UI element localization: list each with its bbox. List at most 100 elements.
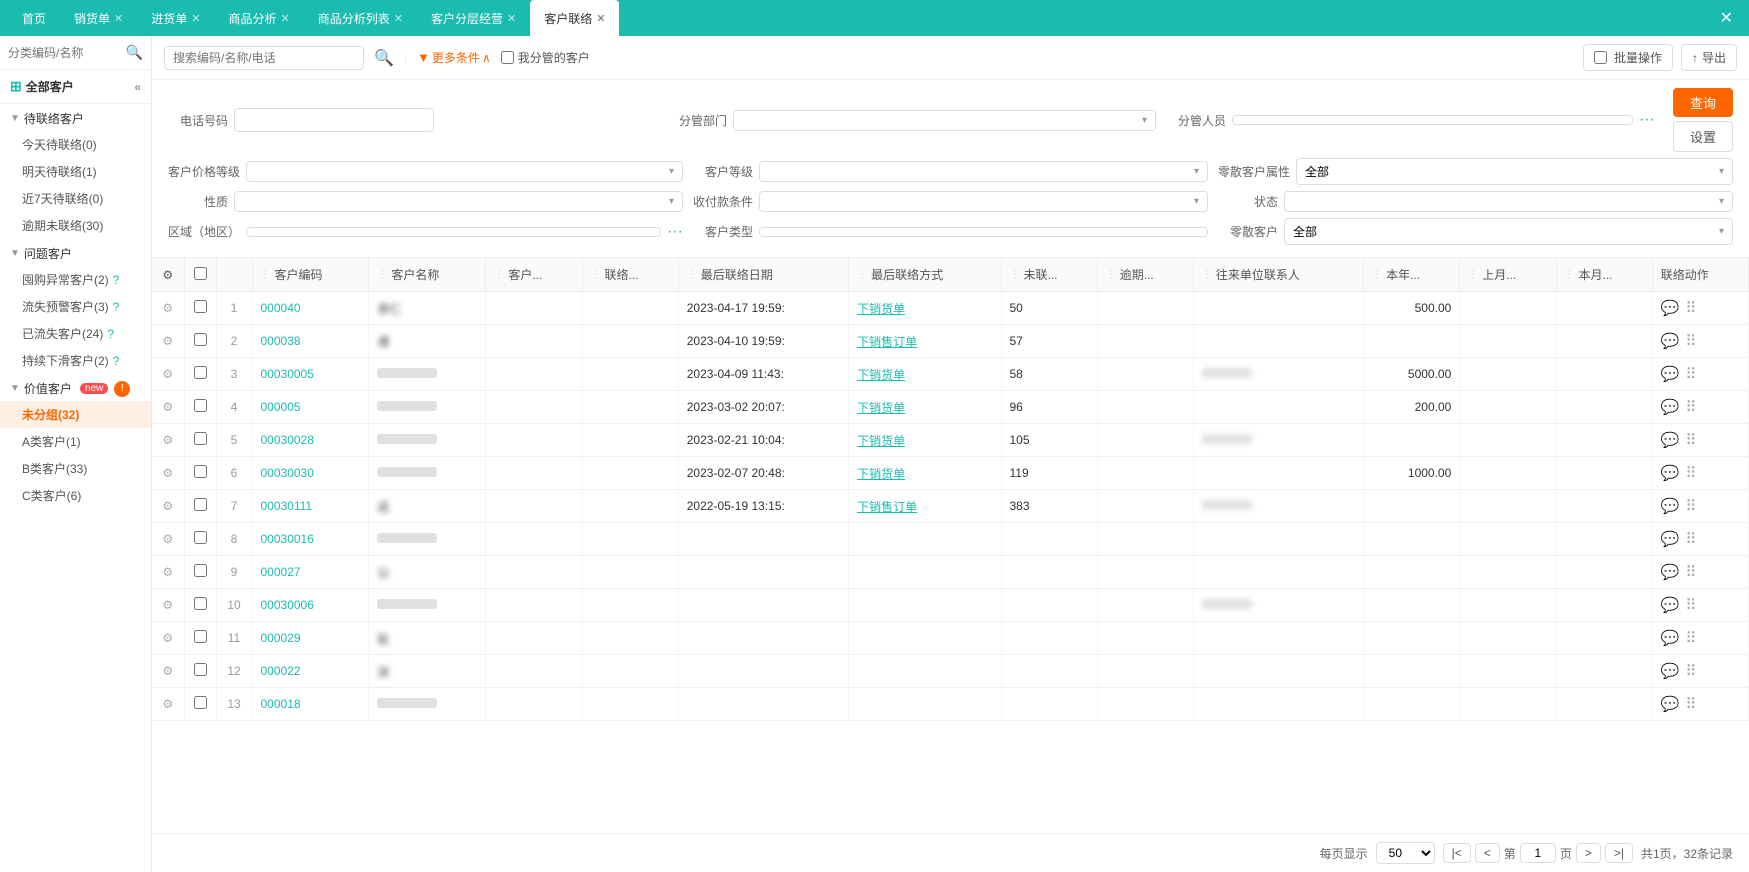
customer-level-select[interactable]: ▾ <box>759 161 1208 182</box>
sidebar-item-declining[interactable]: 持续下滑客户(2) ? <box>0 347 151 374</box>
row-checkbox[interactable] <box>184 391 216 424</box>
row-select-checkbox[interactable] <box>194 399 207 412</box>
row-last-contact-method[interactable] <box>849 523 1001 556</box>
retail-attr-select[interactable]: 全部 ▾ <box>1296 158 1733 185</box>
row-code[interactable]: 00030005 <box>252 358 369 391</box>
row-code[interactable]: 00030028 <box>252 424 369 457</box>
my-customers-check[interactable] <box>501 51 514 64</box>
more-action-icon[interactable]: ⠿ <box>1685 497 1696 515</box>
retail-customer-select[interactable]: 全部 ▾ <box>1284 218 1733 245</box>
row-checkbox[interactable] <box>184 292 216 325</box>
row-last-contact-method[interactable]: 下销售订单 <box>849 490 1001 523</box>
batch-ops-button[interactable]: 批量操作 <box>1583 44 1673 71</box>
row-settings[interactable]: ⚙ <box>152 490 184 523</box>
close-icon[interactable]: ✕ <box>596 12 605 25</box>
sidebar-item-class-a[interactable]: A类客户(1) <box>0 428 151 455</box>
dept-select[interactable]: ▾ <box>733 110 1156 131</box>
row-last-contact-method[interactable] <box>849 655 1001 688</box>
sidebar-item-churn-warning[interactable]: 流失预警客户(3) ? <box>0 293 151 320</box>
row-select-checkbox[interactable] <box>194 696 207 709</box>
query-button[interactable]: 查询 <box>1673 88 1733 117</box>
last-contact-method-col-header[interactable]: ⋮ 最后联络方式 <box>849 258 1001 292</box>
type-col-header[interactable]: ⋮ 客户... <box>486 258 582 292</box>
row-settings[interactable]: ⚙ <box>152 655 184 688</box>
more-action-icon[interactable]: ⠿ <box>1685 398 1696 416</box>
overdue-col-header[interactable]: ⋮ 逾期... <box>1097 258 1193 292</box>
row-code[interactable]: 00030016 <box>252 523 369 556</box>
row-checkbox[interactable] <box>184 424 216 457</box>
row-checkbox[interactable] <box>184 655 216 688</box>
row-last-contact-method[interactable]: 下销货单 <box>849 424 1001 457</box>
customer-type-select[interactable] <box>759 227 1208 237</box>
search-button[interactable]: 🔍 <box>374 48 394 68</box>
this-year-col-header[interactable]: ⋮ 本年... <box>1364 258 1460 292</box>
staff-select[interactable] <box>1232 115 1633 125</box>
search-input[interactable] <box>164 46 364 70</box>
row-checkbox[interactable] <box>184 358 216 391</box>
message-icon[interactable]: 💬 <box>1661 596 1680 614</box>
last-month-col-header[interactable]: ⋮ 上月... <box>1460 258 1556 292</box>
message-icon[interactable]: 💬 <box>1661 695 1680 713</box>
sidebar-search-input[interactable] <box>8 46 122 60</box>
window-close-button[interactable]: ✕ <box>1712 8 1741 28</box>
unit-contacts-col-header[interactable]: ⋮ 往来单位联系人 <box>1193 258 1363 292</box>
row-last-contact-method[interactable] <box>849 622 1001 655</box>
my-customers-checkbox[interactable]: 我分管的客户 <box>501 49 590 66</box>
sidebar-section-pending[interactable]: ▼ 待联络客户 <box>0 104 151 131</box>
nav-tab-home[interactable]: 首页 <box>8 0 60 36</box>
prev-page-button[interactable]: < <box>1475 843 1500 863</box>
message-icon[interactable]: 💬 <box>1661 398 1680 416</box>
message-icon[interactable]: 💬 <box>1661 365 1680 383</box>
row-code[interactable]: 000005 <box>252 391 369 424</box>
sidebar-item-today[interactable]: 今天待联络(0) <box>0 131 151 158</box>
nav-tab-sales[interactable]: 销货单 ✕ <box>60 0 137 36</box>
row-code[interactable]: 00030006 <box>252 589 369 622</box>
first-page-button[interactable]: |< <box>1443 843 1471 863</box>
page-number-input[interactable] <box>1520 843 1556 863</box>
row-code[interactable]: 000040 <box>252 292 369 325</box>
more-action-icon[interactable]: ⠿ <box>1685 299 1696 317</box>
row-last-contact-method[interactable]: 下销货单 <box>849 391 1001 424</box>
close-icon[interactable]: ✕ <box>191 12 200 25</box>
nav-tab-customer-contact[interactable]: 客户联络 ✕ <box>530 0 619 36</box>
more-action-icon[interactable]: ⠿ <box>1685 596 1696 614</box>
last-page-button[interactable]: >| <box>1605 843 1633 863</box>
more-action-icon[interactable]: ⠿ <box>1685 365 1696 383</box>
row-code[interactable]: 00030111 <box>252 490 369 523</box>
row-code[interactable]: 000022 <box>252 655 369 688</box>
select-all-checkbox[interactable] <box>194 267 207 280</box>
message-icon[interactable]: 💬 <box>1661 629 1680 647</box>
sidebar-item-tomorrow[interactable]: 明天待联络(1) <box>0 158 151 185</box>
row-select-checkbox[interactable] <box>194 465 207 478</box>
sidebar-item-7days[interactable]: 近7天待联络(0) <box>0 185 151 212</box>
row-settings[interactable]: ⚙ <box>152 523 184 556</box>
message-icon[interactable]: 💬 <box>1661 563 1680 581</box>
row-checkbox[interactable] <box>184 523 216 556</box>
export-button[interactable]: ↑ 导出 <box>1681 44 1737 71</box>
page-size-select[interactable]: 50 100 200 <box>1376 842 1435 864</box>
row-last-contact-method[interactable] <box>849 589 1001 622</box>
row-select-checkbox[interactable] <box>194 498 207 511</box>
row-last-contact-method[interactable]: 下销售订单 <box>849 325 1001 358</box>
row-code[interactable]: 000018 <box>252 688 369 721</box>
nav-tab-product-list[interactable]: 商品分析列表 ✕ <box>304 0 417 36</box>
row-last-contact-method[interactable] <box>849 556 1001 589</box>
phone-input[interactable] <box>234 108 434 132</box>
nav-tab-purchase[interactable]: 进货单 ✕ <box>137 0 214 36</box>
row-settings[interactable]: ⚙ <box>152 325 184 358</box>
ellipsis-button[interactable]: ··· <box>1639 111 1655 129</box>
message-icon[interactable]: 💬 <box>1661 332 1680 350</box>
row-last-contact-method[interactable]: 下销货单 <box>849 358 1001 391</box>
close-icon[interactable]: ✕ <box>281 12 290 25</box>
contact-col-header[interactable]: ⋮ 联络... <box>582 258 678 292</box>
last-contact-date-col-header[interactable]: ⋮ 最后联络日期 <box>678 258 848 292</box>
nature-select[interactable]: ▾ <box>234 191 683 212</box>
row-settings[interactable]: ⚙ <box>152 391 184 424</box>
row-select-checkbox[interactable] <box>194 432 207 445</box>
row-select-checkbox[interactable] <box>194 630 207 643</box>
row-select-checkbox[interactable] <box>194 597 207 610</box>
sidebar-all-customers[interactable]: ⊞ 全部客户 « <box>0 70 151 104</box>
message-icon[interactable]: 💬 <box>1661 299 1680 317</box>
region-select[interactable] <box>246 227 661 237</box>
status-select[interactable]: ▾ <box>1284 191 1733 212</box>
